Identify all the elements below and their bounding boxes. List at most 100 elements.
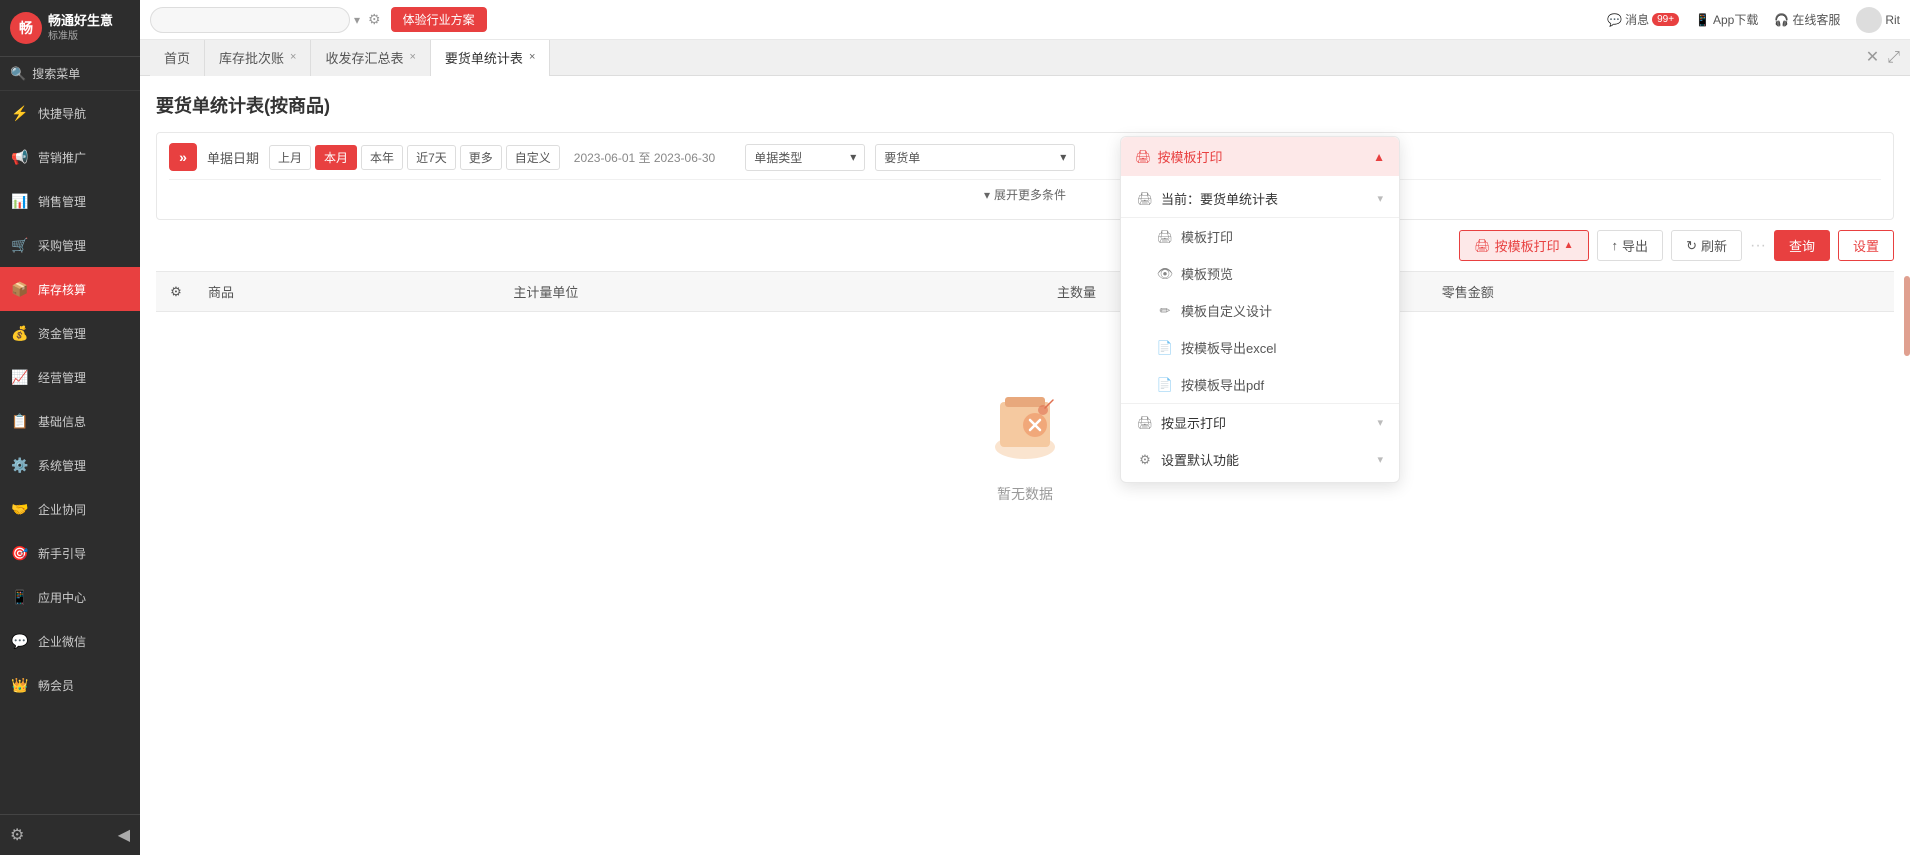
messages-label: 消息 <box>1625 11 1649 28</box>
date-btn-custom[interactable]: 自定义 <box>506 145 560 170</box>
member-icon: 👑 <box>10 675 30 695</box>
app-download-label: App下载 <box>1713 11 1758 28</box>
settings-btn[interactable]: 设置 <box>1838 230 1894 261</box>
inventory-icon: 📦 <box>10 279 30 299</box>
col-amount: 零售金额 <box>1430 272 1894 312</box>
settings-bottom-icon[interactable]: ⚙ <box>10 825 24 845</box>
default-func-left: ⚙ 设置默认功能 <box>1137 450 1239 469</box>
print-btn[interactable]: 🖨 按模板打印 ▲ <box>1459 230 1588 261</box>
dropdown-current-item[interactable]: 🖨 当前：要货单统计表 ▾ <box>1121 180 1399 217</box>
filter-bar: » 单据日期 上月 本月 本年 近7天 更多 自定义 2023-06-01 至 … <box>156 132 1894 220</box>
sidebar-item-cooperation[interactable]: 🤝 企业协同 <box>0 487 140 531</box>
dropdown-header[interactable]: 🖨 按模板打印 ▲ <box>1121 137 1399 176</box>
tab-order-stats-close[interactable]: × <box>529 52 535 63</box>
col-settings[interactable]: ⚙ <box>156 272 196 312</box>
wechat-icon: 💬 <box>10 631 30 651</box>
industry-btn[interactable]: 体验行业方案 <box>391 7 487 32</box>
date-btn-7days[interactable]: 近7天 <box>407 145 456 170</box>
query-btn[interactable]: 查询 <box>1774 230 1830 261</box>
order-select-label: 要货单 <box>884 149 920 166</box>
dropdown-default-func[interactable]: ⚙ 设置默认功能 ▾ <box>1121 441 1399 478</box>
table-header-row: ⚙ 商品 主计量单位 主数量 零售金额 <box>156 272 1894 312</box>
sales-label: 销售管理 <box>38 193 86 210</box>
order-select-arrow: ▾ <box>1060 150 1066 164</box>
operation-label: 经营管理 <box>38 369 86 386</box>
date-btn-last-month[interactable]: 上月 <box>269 145 311 170</box>
sidebar-search-item[interactable]: 🔍 搜索菜单 <box>0 57 140 91</box>
scrollbar-thumb[interactable] <box>1904 276 1910 356</box>
sidebar-item-marketing[interactable]: 📢 营销推广 <box>0 135 140 179</box>
system-icon: ⚙️ <box>10 455 30 475</box>
dropdown-template-custom[interactable]: ✏ 模板自定义设计 <box>1121 292 1399 329</box>
date-btn-more[interactable]: 更多 <box>460 145 502 170</box>
sidebar-item-apps[interactable]: 📱 应用中心 <box>0 575 140 619</box>
apps-label: 应用中心 <box>38 589 86 606</box>
messages-item[interactable]: 💬 消息 99+ <box>1607 11 1679 28</box>
empty-state: 暂无数据 <box>156 312 1894 564</box>
refresh-btn[interactable]: ↻ 刷新 <box>1671 230 1742 261</box>
dropdown-template-preview[interactable]: 👁 模板预览 <box>1121 255 1399 292</box>
template-excel-label: 按模板导出excel <box>1181 338 1276 357</box>
messages-badge: 99+ <box>1652 13 1679 26</box>
sales-icon: 📊 <box>10 191 30 211</box>
basic-label: 基础信息 <box>38 413 86 430</box>
dropdown-print-icon: 🖨 <box>1135 149 1152 165</box>
export-btn[interactable]: ↑ 导出 <box>1597 230 1664 261</box>
wechat-label: 企业微信 <box>38 633 86 650</box>
search-icon: 🔍 <box>10 66 26 82</box>
dropdown-template-print[interactable]: 🖨 模板打印 <box>1121 218 1399 255</box>
guide-icon: 🎯 <box>10 543 30 563</box>
template-pdf-label: 按模板导出pdf <box>1181 375 1264 394</box>
sidebar-logo: 畅 畅通好生意 标准版 <box>0 0 140 57</box>
online-service-item[interactable]: 🎧 在线客服 <box>1774 11 1840 28</box>
sidebar-item-system[interactable]: ⚙️ 系统管理 <box>0 443 140 487</box>
export-label: 导出 <box>1622 236 1648 255</box>
topbar-gear-icon[interactable]: ⚙ <box>368 11 381 28</box>
user-item[interactable]: Rit <box>1856 7 1900 33</box>
display-print-label: 按显示打印 <box>1161 413 1226 432</box>
sidebar-item-wechat[interactable]: 💬 企业微信 <box>0 619 140 663</box>
expand-more-label: 展开更多条件 <box>994 186 1066 203</box>
type-select[interactable]: 单据类型 ▾ <box>745 144 865 171</box>
sidebar-item-purchase[interactable]: 🛒 采购管理 <box>0 223 140 267</box>
date-btn-this-year[interactable]: 本年 <box>361 145 403 170</box>
dropdown-template-excel[interactable]: 📄 按模板导出excel <box>1121 329 1399 366</box>
sidebar-item-operation[interactable]: 📈 经营管理 <box>0 355 140 399</box>
col-unit: 主计量单位 <box>501 272 1045 312</box>
sidebar-item-member[interactable]: 👑 畅会员 <box>0 663 140 707</box>
tab-inventory-batch[interactable]: 库存批次账 × <box>205 40 311 76</box>
dropdown-template-pdf[interactable]: 📄 按模板导出pdf <box>1121 366 1399 403</box>
tab-close-window-icon[interactable]: ✕ <box>1866 50 1879 66</box>
expand-btn[interactable]: » <box>169 143 197 171</box>
sidebar-item-basic[interactable]: 📋 基础信息 <box>0 399 140 443</box>
tab-expand-icon[interactable]: ⤢ <box>1887 50 1900 66</box>
topbar-search-input[interactable] <box>150 7 350 33</box>
app-download-item[interactable]: 📱 App下载 <box>1695 11 1758 28</box>
tab-inventory-batch-close[interactable]: × <box>290 52 296 63</box>
more-dots[interactable]: ··· <box>1750 237 1766 255</box>
topbar-chevron-icon[interactable]: ▾ <box>354 13 360 27</box>
dropdown-title: 按模板打印 <box>1158 147 1223 166</box>
tab-receipt-summary[interactable]: 收发存汇总表 × <box>311 40 430 76</box>
tab-receipt-summary-close[interactable]: × <box>409 52 415 63</box>
refresh-icon: ↻ <box>1686 238 1697 254</box>
sidebar-item-finance[interactable]: 💰 资金管理 <box>0 311 140 355</box>
page-title: 要货单统计表(按商品) <box>156 92 1894 118</box>
sidebar: 畅 畅通好生意 标准版 🔍 搜索菜单 ⚡ 快捷导航 📢 营销推广 📊 销售管理 … <box>0 0 140 855</box>
dropdown-display-print[interactable]: 🖨 按显示打印 ▾ <box>1121 404 1399 441</box>
date-btn-this-month[interactable]: 本月 <box>315 145 357 170</box>
operation-icon: 📈 <box>10 367 30 387</box>
current-label: 当前：要货单统计表 <box>1161 189 1278 208</box>
user-avatar <box>1856 7 1882 33</box>
sidebar-item-guide[interactable]: 🎯 新手引导 <box>0 531 140 575</box>
order-select[interactable]: 要货单 ▾ <box>875 144 1075 171</box>
tab-order-stats[interactable]: 要货单统计表 × <box>431 40 550 76</box>
collapse-icon[interactable]: ◀ <box>118 825 130 845</box>
sidebar-item-sales[interactable]: 📊 销售管理 <box>0 179 140 223</box>
purchase-icon: 🛒 <box>10 235 30 255</box>
tab-home[interactable]: 首页 <box>150 40 205 76</box>
expand-more-btn[interactable]: ▾ 展开更多条件 <box>169 179 1881 209</box>
sidebar-item-inventory[interactable]: 📦 库存核算 <box>0 267 140 311</box>
sidebar-item-quick-nav[interactable]: ⚡ 快捷导航 <box>0 91 140 135</box>
topbar-right: 💬 消息 99+ 📱 App下载 🎧 在线客服 Rit <box>1607 7 1900 33</box>
